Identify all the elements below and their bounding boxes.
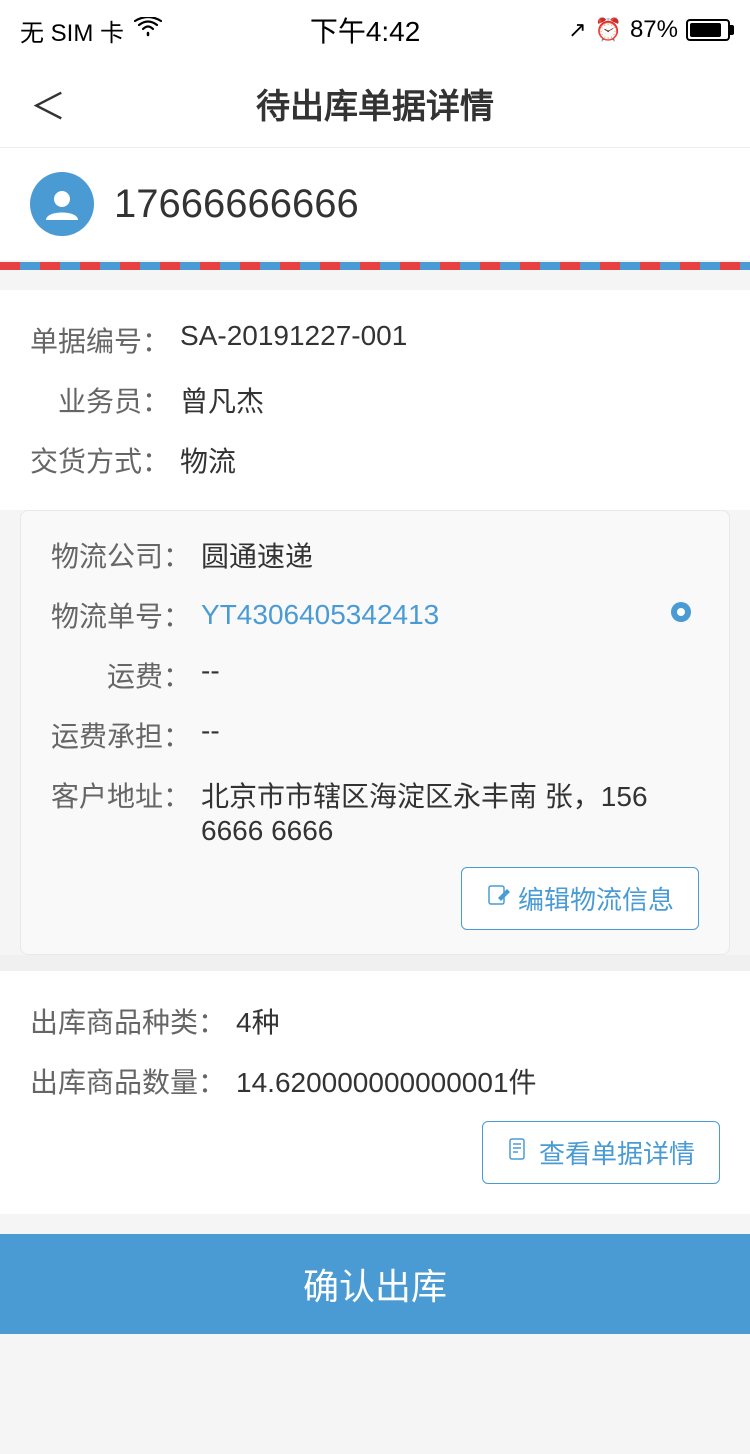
tracking-number-label: 物流单号： <box>51 595 191 635</box>
tracking-number-row: 物流单号： YT4306405342413 <box>51 595 699 635</box>
document-icon <box>507 1137 531 1168</box>
tracking-number-value: YT4306405342413 <box>201 599 647 631</box>
dashed-separator <box>0 262 750 270</box>
customer-address-row: 客户地址： 北京市市辖区海淀区永丰南 张，156 6666 6666 <box>51 775 699 847</box>
logistics-company-label: 物流公司： <box>51 535 191 575</box>
freight-bearer-label: 运费承担： <box>51 715 191 755</box>
logistics-company-value: 圆通速递 <box>201 535 699 575</box>
carrier-label: 无 SIM 卡 <box>20 13 124 48</box>
order-number-row: 单据编号： SA-20191227-001 <box>30 320 720 360</box>
delivery-method-label: 交货方式： <box>30 440 170 480</box>
order-number-label: 单据编号： <box>30 320 170 360</box>
edit-logistics-label: 编辑物流信息 <box>518 880 674 917</box>
status-left: 无 SIM 卡 <box>20 13 162 48</box>
back-button[interactable]: ＜ <box>30 78 66 130</box>
confirm-outbound-label: 确认出库 <box>303 1258 447 1310</box>
nav-bar: ＜ 待出库单据详情 <box>0 60 750 148</box>
battery-icon <box>686 19 730 41</box>
confirm-outbound-bar[interactable]: 确认出库 <box>0 1234 750 1334</box>
location-status-icon: ↗ <box>568 17 586 43</box>
logistics-card: 物流公司： 圆通速递 物流单号： YT4306405342413 运费： -- … <box>20 510 730 955</box>
salesperson-value: 曾凡杰 <box>180 380 720 420</box>
customer-phone: 17666666666 <box>114 182 359 227</box>
status-time: 下午4:42 <box>310 10 421 50</box>
product-section: 出库商品种类： 4种 出库商品数量： 14.620000000000001件 查… <box>0 971 750 1214</box>
freight-row: 运费： -- <box>51 655 699 695</box>
freight-value: -- <box>201 655 699 687</box>
product-qty-row: 出库商品数量： 14.620000000000001件 <box>30 1061 720 1101</box>
product-types-label: 出库商品种类： <box>30 1001 226 1041</box>
product-qty-label: 出库商品数量： <box>30 1061 226 1101</box>
product-qty-value: 14.620000000000001件 <box>236 1061 720 1101</box>
customer-address-label: 客户地址： <box>51 775 191 815</box>
edit-logistics-btn-row: 编辑物流信息 <box>51 867 699 930</box>
status-bar: 无 SIM 卡 下午4:42 ↗ ⏰ 87% <box>0 0 750 60</box>
alarm-icon: ⏰ <box>595 17 622 43</box>
freight-bearer-row: 运费承担： -- <box>51 715 699 755</box>
customer-address-value: 北京市市辖区海淀区永丰南 张，156 6666 6666 <box>201 775 699 847</box>
freight-bearer-value: -- <box>201 715 699 747</box>
battery-percentage: 87% <box>630 16 678 44</box>
avatar <box>30 172 94 236</box>
salesperson-label: 业务员： <box>30 380 170 420</box>
edit-icon <box>486 883 510 914</box>
customer-header: 17666666666 <box>0 148 750 260</box>
delivery-method-row: 交货方式： 物流 <box>30 440 720 480</box>
order-info-section: 单据编号： SA-20191227-001 业务员： 曾凡杰 交货方式： 物流 <box>0 290 750 510</box>
product-types-value: 4种 <box>236 1001 720 1041</box>
view-details-button[interactable]: 查看单据详情 <box>482 1121 720 1184</box>
logistics-company-row: 物流公司： 圆通速递 <box>51 535 699 575</box>
section-divider <box>0 955 750 971</box>
product-types-row: 出库商品种类： 4种 <box>30 1001 720 1041</box>
map-pin-icon[interactable] <box>663 597 699 633</box>
order-number-value: SA-20191227-001 <box>180 320 720 352</box>
page-title: 待出库单据详情 <box>256 79 494 128</box>
edit-logistics-button[interactable]: 编辑物流信息 <box>461 867 699 930</box>
status-right: ↗ ⏰ 87% <box>568 16 730 44</box>
delivery-method-value: 物流 <box>180 440 720 480</box>
salesperson-row: 业务员： 曾凡杰 <box>30 380 720 420</box>
freight-label: 运费： <box>51 655 191 695</box>
view-details-btn-row: 查看单据详情 <box>30 1121 720 1184</box>
wifi-icon <box>134 16 162 44</box>
view-details-label: 查看单据详情 <box>539 1134 695 1171</box>
